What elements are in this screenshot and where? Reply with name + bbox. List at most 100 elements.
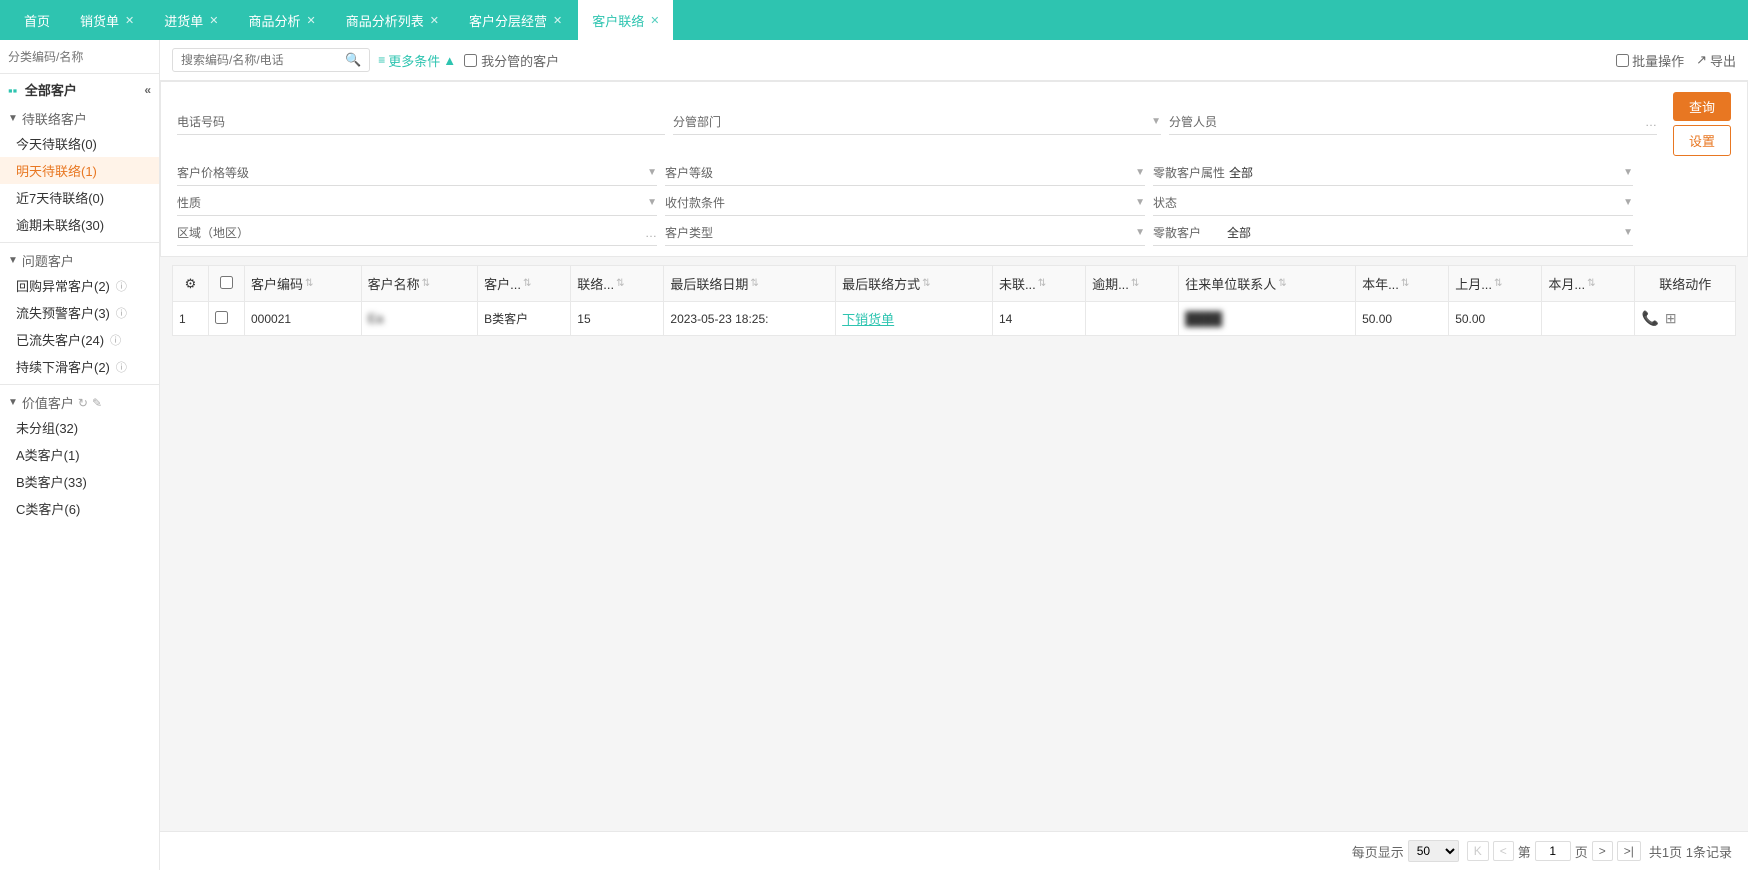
th-settings: ⚙ [173,266,209,302]
cell-overdue [1086,302,1179,336]
sidebar-search-input[interactable] [8,50,160,64]
th-this-month: 本月... ⇅ [1542,266,1635,302]
sidebar-item-a-class[interactable]: A类客户(1) [0,441,159,468]
dropdown-icon[interactable]: ▼ [1623,197,1633,208]
dropdown-icon[interactable]: ▼ [1135,167,1145,178]
page-input[interactable] [1535,841,1571,861]
toolbar-right: 批量操作 ↗ 导出 [1616,51,1736,70]
sidebar-item-loss-warning[interactable]: 流失预警客户(3) ⓘ [0,299,159,326]
nav-home[interactable]: 首页 [10,0,64,40]
dropdown-icon[interactable]: ▼ [1151,116,1161,127]
close-icon[interactable]: ✕ [650,14,659,27]
sidebar-item-b-class[interactable]: B类客户(33) [0,468,159,495]
search-icon[interactable]: 🔍 [345,52,361,68]
close-icon[interactable]: ✕ [430,14,439,27]
sidebar-group-value[interactable]: ▼ 价值客户 ↻ ✎ [0,389,159,414]
close-icon[interactable]: ✕ [307,14,316,27]
info-icon: ⓘ [110,332,121,348]
cell-action: 📞 ⊞ [1635,302,1736,336]
nav-product-analysis[interactable]: 商品分析 ✕ [234,0,329,40]
th-type: 客户... ⇅ [478,266,571,302]
my-customers-checkbox[interactable]: 我分管的客户 [464,51,559,70]
collapse-icon[interactable]: « [144,83,151,97]
close-icon[interactable]: ✕ [553,14,562,27]
sort-icon[interactable]: ⇅ [616,278,624,289]
sidebar-group-problem[interactable]: ▼ 问题客户 [0,247,159,272]
data-table: ⚙ 客户编码 ⇅ [172,265,1736,336]
batch-operation-button[interactable]: 批量操作 [1616,51,1684,70]
sort-icon[interactable]: ⇅ [1587,278,1595,289]
sidebar-search-container: 🔍 [0,40,159,74]
more-action-icon[interactable]: ⊞ [1665,310,1677,327]
next-page-button[interactable]: > [1592,841,1613,861]
sort-icon[interactable]: ⇅ [1494,278,1502,289]
th-contact: 联络... ⇅ [571,266,664,302]
sidebar-group-pending[interactable]: ▼ 待联络客户 [0,105,159,130]
sidebar-item-c-class[interactable]: C类客户(6) [0,495,159,522]
close-icon[interactable]: ✕ [209,14,218,27]
sidebar-item-overdue[interactable]: 逾期未联络(30) [0,211,159,238]
more-icon[interactable]: … [645,226,657,240]
refresh-icon[interactable]: ↻ [78,396,88,410]
sort-icon[interactable]: ⇅ [422,278,430,289]
my-customers-check[interactable] [464,54,477,67]
query-button[interactable]: 查询 [1673,92,1731,121]
sort-icon[interactable]: ⇅ [523,278,531,289]
phone-input[interactable] [247,115,665,129]
page-size-select[interactable]: 50 100 200 [1408,840,1459,862]
setting-button[interactable]: 设置 [1673,125,1731,156]
nav-customer-segment[interactable]: 客户分层经营 ✕ [455,0,576,40]
sidebar-all-customers[interactable]: ▪▪ 全部客户 « [0,74,159,105]
last-page-button[interactable]: >| [1617,841,1641,861]
filter-row-2: 客户价格等级 ▼ 客户等级 ▼ 零散客户属性 全部 ▼ [177,164,1731,186]
dropdown-icon[interactable]: ▼ [1135,197,1145,208]
search-input[interactable] [181,53,341,67]
sidebar-item-today[interactable]: 今天待联络(0) [0,130,159,157]
more-filter-button[interactable]: ≡ 更多条件 ▲ [378,51,456,70]
sidebar-item-week[interactable]: 近7天待联络(0) [0,184,159,211]
dropdown-icon[interactable]: ▼ [1135,227,1145,238]
filter-customer-type: 客户类型 ▼ [665,224,1145,246]
sidebar-item-repurchase-abnormal[interactable]: 回购异常客户(2) ⓘ [0,272,159,299]
prev-page-button[interactable]: < [1493,841,1514,861]
row-checkbox[interactable] [215,311,228,324]
th-last-contact-method: 最后联络方式 ⇅ [836,266,993,302]
close-icon[interactable]: ✕ [125,14,134,27]
contact-icon[interactable]: 📞 [1641,310,1658,327]
sidebar-item-ungrouped[interactable]: 未分组(32) [0,414,159,441]
th-action: 联络动作 [1635,266,1736,302]
select-all-checkbox[interactable] [220,276,233,289]
filter-nature: 性质 ▼ [177,194,657,216]
sort-icon[interactable]: ⇅ [1038,278,1046,289]
batch-check[interactable] [1616,54,1629,67]
sort-icon[interactable]: ⇅ [1401,278,1409,289]
th-checkbox [209,266,245,302]
nav-product-analysis-list[interactable]: 商品分析列表 ✕ [332,0,453,40]
nav-purchase[interactable]: 进货单 ✕ [150,0,232,40]
dropdown-icon[interactable]: ▼ [1623,227,1633,238]
table-footer: 每页显示 50 100 200 K < 第 页 > >| 共1页 1条记 [160,831,1748,870]
sidebar-item-declining[interactable]: 持续下滑客户(2) ⓘ [0,353,159,380]
sort-icon[interactable]: ⇅ [750,278,758,289]
edit-icon[interactable]: ✎ [92,396,102,410]
dropdown-icon[interactable]: ▼ [647,197,657,208]
content-area: 🔍 ≡ 更多条件 ▲ 我分管的客户 批量操作 ↗ [160,40,1748,870]
sidebar-item-lost[interactable]: 已流失客户(24) ⓘ [0,326,159,353]
dropdown-icon[interactable]: ▼ [647,167,657,178]
more-icon[interactable]: … [1645,115,1657,129]
export-button[interactable]: ↗ 导出 [1696,51,1736,70]
last-method-link[interactable]: 下销货单 [842,312,894,327]
cell-name: Ea [361,302,478,336]
first-page-button[interactable]: K [1467,841,1489,861]
sort-icon[interactable]: ⇅ [1131,278,1139,289]
nav-customer-contact[interactable]: 客户联络 ✕ [578,0,673,40]
nav-sales[interactable]: 销货单 ✕ [66,0,148,40]
sidebar-item-tomorrow[interactable]: 明天待联络(1) [0,157,159,184]
export-icon: ↗ [1696,52,1707,68]
sort-icon[interactable]: ⇅ [922,278,930,289]
th-last-month: 上月... ⇅ [1449,266,1542,302]
sort-icon[interactable]: ⇅ [1278,278,1286,289]
gear-icon[interactable]: ⚙ [185,276,197,291]
dropdown-icon[interactable]: ▼ [1623,167,1633,178]
sort-icon[interactable]: ⇅ [305,278,313,289]
